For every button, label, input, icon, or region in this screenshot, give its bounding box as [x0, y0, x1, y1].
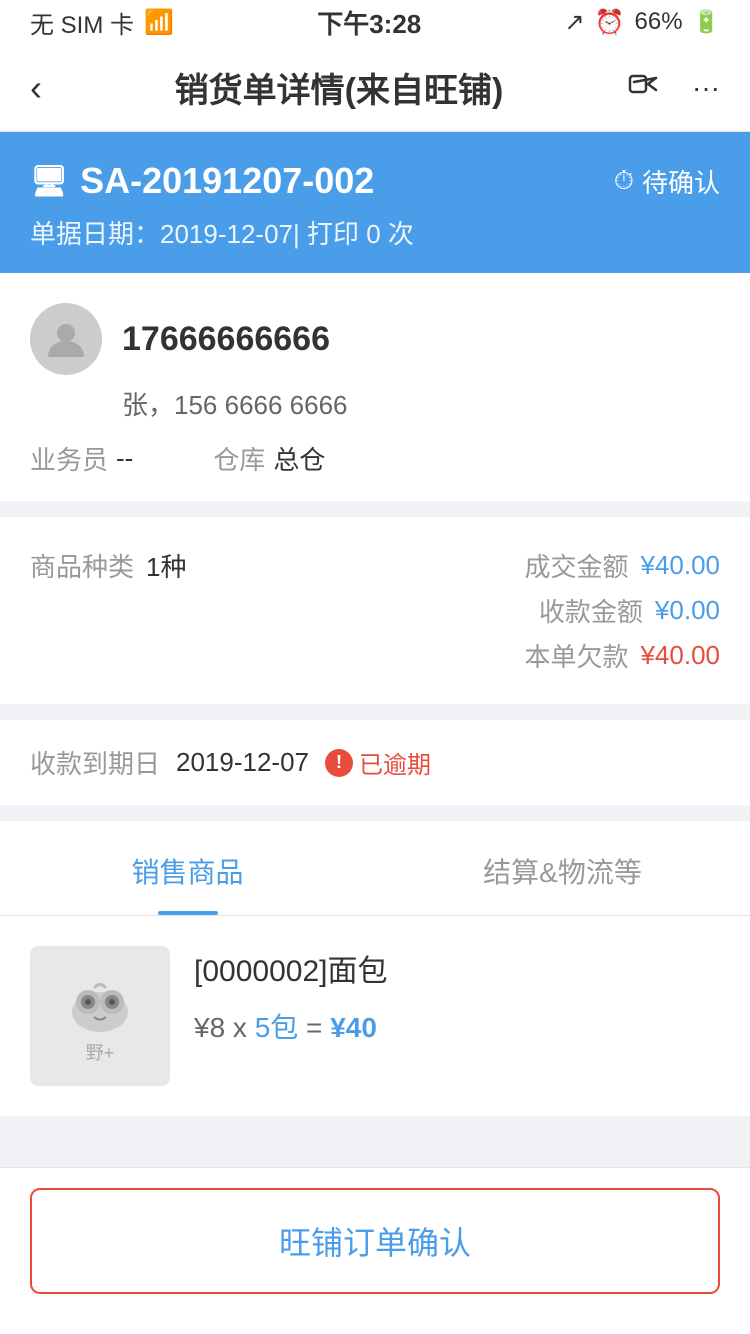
product-type-value: 1种: [146, 547, 186, 584]
status-clock-icon: ⏱: [614, 165, 634, 197]
order-icon: 🖥: [30, 164, 68, 199]
owed-amount-row: 本单欠款 ¥40.00: [524, 637, 720, 674]
status-text: 待确认: [642, 163, 720, 200]
product-type-label: 商品种类: [30, 547, 134, 584]
owed-amount-label: 本单欠款: [524, 637, 628, 674]
summary-section: 商品种类 1种 成交金额 ¥40.00 收款金额 ¥0.00 本单欠款 ¥40.…: [0, 517, 750, 704]
avatar: [30, 303, 102, 375]
overdue-text: 已逾期: [359, 745, 431, 780]
warehouse-label: 仓库: [213, 440, 265, 477]
product-price: ¥8 x 5包 = ¥40: [194, 1006, 720, 1046]
price-label: ¥8 x: [194, 1012, 255, 1043]
overdue-icon: !: [325, 749, 353, 777]
overdue-badge: ! 已逾期: [325, 745, 431, 780]
received-amount-row: 收款金额 ¥0.00: [539, 592, 720, 629]
product-thumb-inner: 野+: [30, 946, 170, 1086]
carrier-text: 无 SIM 卡: [30, 5, 134, 40]
back-button[interactable]: ‹: [30, 57, 52, 119]
product-list: 野+ [0000002]面包 ¥8 x 5包 = ¥40: [0, 916, 750, 1116]
order-header: 🖥 SA-20191207-002 ⏱ 待确认 单据日期：2019-12-07|…: [0, 132, 750, 273]
tabs-header: 销售商品 结算&物流等: [0, 821, 750, 916]
status-right: ↗ ⏰ 66% 🔋: [565, 8, 720, 37]
bottom-area: 旺铺订单确认: [0, 1167, 750, 1334]
battery-text: 66%: [635, 8, 683, 36]
product-info: [0000002]面包 ¥8 x 5包 = ¥40: [194, 946, 720, 1046]
due-date: 2019-12-07: [176, 747, 309, 778]
received-amount-label: 收款金额: [539, 592, 643, 629]
deal-amount-row: 成交金额 ¥40.00: [524, 547, 720, 584]
order-date: 单据日期：2019-12-07| 打印 0 次: [30, 214, 720, 251]
battery-icon: 🔋: [693, 9, 720, 35]
warehouse-value: 总仓: [273, 440, 325, 477]
product-name: [0000002]面包: [194, 946, 720, 990]
deal-amount-label: 成交金额: [524, 547, 628, 584]
customer-row: 17666666666: [30, 303, 720, 375]
alarm-icon: ⏰: [595, 8, 625, 37]
deal-amount-value: ¥40.00: [640, 550, 720, 581]
status-time: 下午3:28: [317, 4, 421, 41]
customer-section: 17666666666 张，156 6666 6666 业务员 -- 仓库 总仓: [0, 273, 750, 501]
order-status: ⏱ 待确认: [614, 163, 720, 200]
location-icon: ↗: [565, 8, 585, 37]
page-title: 销货单详情(来自旺铺): [52, 63, 626, 112]
customer-phone: 17666666666: [122, 320, 330, 359]
product-logo-text: 野+: [86, 1039, 115, 1065]
sales-meta: 业务员 --: [30, 440, 133, 477]
received-amount-value: ¥0.00: [655, 595, 720, 626]
product-type: 商品种类 1种: [30, 547, 186, 584]
more-button[interactable]: ···: [692, 72, 720, 104]
warehouse-meta: 仓库 总仓: [213, 440, 325, 477]
tab-settlement[interactable]: 结算&物流等: [375, 821, 750, 915]
wifi-icon: 📶: [144, 8, 174, 37]
nav-bar: ‹ 销货单详情(来自旺铺) ···: [0, 44, 750, 132]
product-thumbnail: 野+: [30, 946, 170, 1086]
share-button[interactable]: [626, 66, 662, 109]
nav-actions: ···: [626, 66, 720, 109]
owed-amount-value: ¥40.00: [640, 640, 720, 671]
product-total: ¥40: [330, 1012, 377, 1043]
due-section: 收款到期日 2019-12-07 ! 已逾期: [0, 720, 750, 805]
status-left: 无 SIM 卡 📶: [30, 5, 174, 40]
product-qty: 5包: [255, 1012, 299, 1043]
tabs-section: 销售商品 结算&物流等: [0, 821, 750, 1116]
equals: =: [298, 1012, 330, 1043]
status-bar: 无 SIM 卡 📶 下午3:28 ↗ ⏰ 66% 🔋: [0, 0, 750, 44]
tab-sales-products[interactable]: 销售商品: [0, 821, 375, 915]
confirm-order-button[interactable]: 旺铺订单确认: [30, 1188, 720, 1294]
summary-row: 商品种类 1种 成交金额 ¥40.00 收款金额 ¥0.00 本单欠款 ¥40.…: [30, 547, 720, 674]
due-label: 收款到期日: [30, 744, 160, 781]
product-item: 野+ [0000002]面包 ¥8 x 5包 = ¥40: [30, 946, 720, 1086]
amounts: 成交金额 ¥40.00 收款金额 ¥0.00 本单欠款 ¥40.00: [524, 547, 720, 674]
sales-value: --: [116, 443, 133, 474]
customer-name: 张，156 6666 6666: [30, 385, 720, 422]
order-id: 🖥 SA-20191207-002: [30, 160, 374, 202]
customer-meta: 业务员 -- 仓库 总仓: [30, 440, 720, 477]
sales-label: 业务员: [30, 440, 108, 477]
